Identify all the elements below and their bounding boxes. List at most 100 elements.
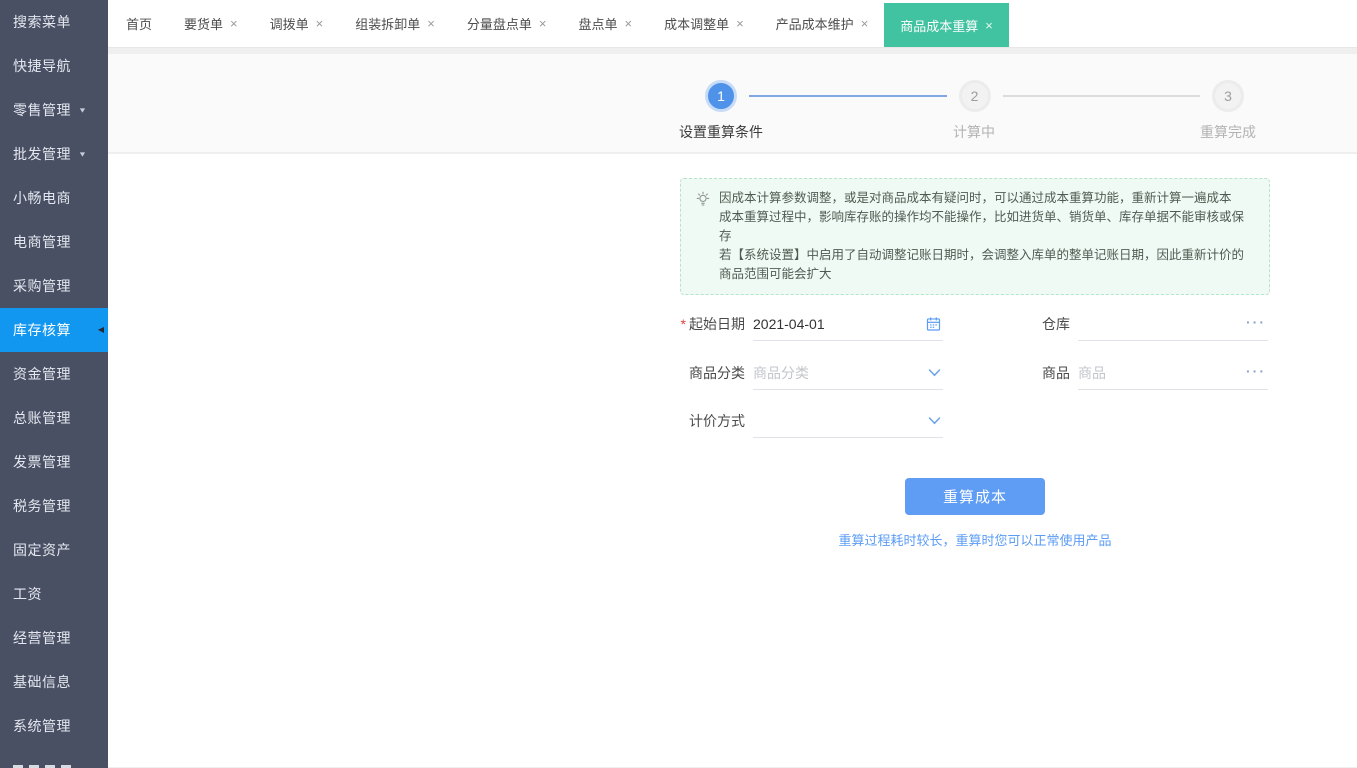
tab-demand-order[interactable]: 要货单 ×: [168, 0, 254, 47]
sidebar-item-wholesale[interactable]: 批发管理 ▼: [0, 132, 108, 176]
close-tab-icon[interactable]: ×: [624, 17, 632, 30]
category-label: 商品分类: [689, 365, 745, 381]
close-tab-icon[interactable]: ×: [427, 17, 435, 30]
tab-label: 成本调整单: [664, 17, 730, 32]
notice-line: 因成本计算参数调整，或是对商品成本有疑问时，可以通过成本重算功能，重新计算一遍成…: [719, 191, 1232, 205]
tab-label: 要货单: [184, 17, 224, 32]
tab-label: 调拨单: [269, 17, 309, 32]
start-date-label: * 起始日期: [680, 316, 745, 332]
sidebar-item-operations[interactable]: 经营管理: [0, 616, 108, 660]
pricing-method-field: 计价方式: [680, 404, 943, 438]
reference-picker-icon[interactable]: ···: [1246, 364, 1266, 382]
sidebar-item-label: 批发管理: [13, 146, 71, 162]
sidebar-item-funds[interactable]: 资金管理: [0, 352, 108, 396]
caret-left-icon: ◀: [97, 325, 105, 335]
sidebar-item-label: 固定资产: [13, 542, 71, 558]
tab-label: 商品成本重算: [900, 18, 979, 34]
stepper-panel: 1 2 3 设置重算条件 计算中 重算完成: [108, 54, 1357, 152]
chevron-down-icon[interactable]: [928, 368, 941, 377]
tab-label: 分量盘点单: [466, 17, 532, 32]
sidebar-item-label: 系统管理: [13, 718, 71, 734]
tab-bar: 首页 要货单 × 调拨单 × 组装拆卸单 × 分量盘点单 × 盘点单 × 成本调整单 × 产…: [108, 0, 1357, 48]
sidebar-item-label: 小畅电商: [13, 190, 71, 206]
close-tab-icon[interactable]: ×: [230, 17, 238, 30]
notice-line: 若【系统设置】中启用了自动调整记账日期时，会调整入库单的整单记账日期，因此重新计…: [719, 248, 1245, 281]
start-date-field: * 起始日期 2021-04-01: [680, 307, 943, 341]
chevron-down-icon: ▼: [78, 106, 88, 114]
tab-product-cost-recalc[interactable]: 商品成本重算 ×: [884, 3, 1009, 47]
sidebar-item-payroll[interactable]: 工资: [0, 572, 108, 616]
tab-transfer-order[interactable]: 调拨单 ×: [254, 0, 340, 47]
pricing-method-select[interactable]: [753, 404, 943, 438]
tab-label: 盘点单: [578, 17, 618, 32]
calendar-icon[interactable]: [926, 316, 941, 331]
category-placeholder: 商品分类: [753, 364, 809, 381]
sidebar-item-label: 税务管理: [13, 498, 71, 514]
sidebar-item-label: 工资: [13, 586, 42, 602]
tab-assembly-order[interactable]: 组装拆卸单 ×: [339, 0, 451, 47]
sidebar-item-label: 搜索菜单: [13, 14, 71, 30]
warehouse-label: 仓库: [1042, 316, 1070, 332]
sidebar-item-general-ledger[interactable]: 总账管理: [0, 396, 108, 440]
recalc-helper-text: 重算过程耗时较长，重算时您可以正常使用产品: [838, 533, 1112, 548]
sidebar-item-ecommerce[interactable]: 电商管理: [0, 220, 108, 264]
step-3-label: 重算完成: [1200, 124, 1256, 140]
tab-stocktake[interactable]: 盘点单 ×: [562, 0, 648, 47]
notice-line: 成本重算过程中，影响库存账的操作均不能操作，比如进货单、销货单、库存单据不能审核…: [719, 210, 1245, 243]
sidebar-item-label: 资金管理: [13, 366, 71, 382]
notice-box: 因成本计算参数调整，或是对商品成本有疑问时，可以通过成本重算功能，重新计算一遍成…: [680, 178, 1270, 295]
sidebar-item-label: 零售管理: [13, 102, 71, 118]
recalculate-cost-button[interactable]: 重算成本: [905, 478, 1045, 515]
tab-partial-stocktake[interactable]: 分量盘点单 ×: [451, 0, 563, 47]
warehouse-input[interactable]: ···: [1078, 307, 1268, 341]
tab-label: 首页: [126, 17, 153, 32]
sidebar-item-label: 采购管理: [13, 278, 71, 294]
required-asterisk: *: [680, 316, 686, 332]
step-1-label: 设置重算条件: [679, 124, 763, 140]
close-tab-icon[interactable]: ×: [316, 17, 324, 30]
sidebar-item-label: 电商管理: [13, 234, 71, 250]
sidebar-item-tax[interactable]: 税务管理: [0, 484, 108, 528]
product-label: 商品: [1042, 365, 1070, 381]
close-tab-icon[interactable]: ×: [985, 19, 993, 32]
tab-cost-adjustment[interactable]: 成本调整单 ×: [648, 0, 760, 47]
sidebar-item-label: 库存核算: [13, 322, 71, 338]
chevron-down-icon[interactable]: [928, 416, 941, 425]
lightbulb-icon: [695, 189, 719, 284]
pricing-method-label: 计价方式: [689, 413, 745, 429]
sidebar-item-label: 经营管理: [13, 630, 71, 646]
sidebar-item-purchasing[interactable]: 采购管理: [0, 264, 108, 308]
form-panel: 因成本计算参数调整，或是对商品成本有疑问时，可以通过成本重算功能，重新计算一遍成…: [108, 154, 1357, 767]
step-2-label: 计算中: [953, 124, 995, 140]
sidebar-item-search-menu[interactable]: 搜索菜单: [0, 0, 108, 44]
sidebar-item-xiaochang-ecommerce[interactable]: 小畅电商: [0, 176, 108, 220]
chevron-down-icon: ▼: [78, 150, 88, 158]
step-2-indicator: 2: [958, 80, 991, 112]
sidebar-item-inventory-accounting[interactable]: 库存核算 ◀: [0, 308, 108, 352]
wizard-stepper: 1 2 3 设置重算条件 计算中 重算完成: [679, 80, 1270, 142]
tab-product-cost-maintenance[interactable]: 产品成本维护 ×: [760, 0, 885, 47]
step-1-indicator: 1: [705, 80, 737, 112]
close-tab-icon[interactable]: ×: [539, 17, 547, 30]
sidebar: 搜索菜单 快捷导航 零售管理 ▼ 批发管理 ▼ 小畅电商 电商管理 采购管理 库存核…: [0, 0, 108, 768]
sidebar-item-retail[interactable]: 零售管理 ▼: [0, 88, 108, 132]
sidebar-item-quick-nav[interactable]: 快捷导航: [0, 44, 108, 88]
close-tab-icon[interactable]: ×: [861, 17, 869, 30]
tab-label: 组装拆卸单: [355, 17, 421, 32]
product-input[interactable]: 商品 ···: [1078, 356, 1268, 390]
sidebar-item-label: 发票管理: [13, 454, 71, 470]
product-field: 商品 商品 ···: [1005, 356, 1268, 390]
reference-picker-icon[interactable]: ···: [1246, 315, 1266, 333]
sidebar-item-fixed-assets[interactable]: 固定资产: [0, 528, 108, 572]
sidebar-item-system[interactable]: 系统管理: [0, 704, 108, 748]
category-select[interactable]: 商品分类: [753, 356, 943, 390]
start-date-input[interactable]: 2021-04-01: [753, 307, 943, 341]
sidebar-item-invoices[interactable]: 发票管理: [0, 440, 108, 484]
sidebar-item-label: 快捷导航: [13, 58, 71, 74]
start-date-value: 2021-04-01: [753, 315, 825, 332]
tab-home[interactable]: 首页: [110, 0, 168, 47]
step-connector: [1002, 95, 1200, 97]
sidebar-item-basic-info[interactable]: 基础信息: [0, 660, 108, 704]
category-field: 商品分类 商品分类: [680, 356, 943, 390]
close-tab-icon[interactable]: ×: [736, 17, 744, 30]
